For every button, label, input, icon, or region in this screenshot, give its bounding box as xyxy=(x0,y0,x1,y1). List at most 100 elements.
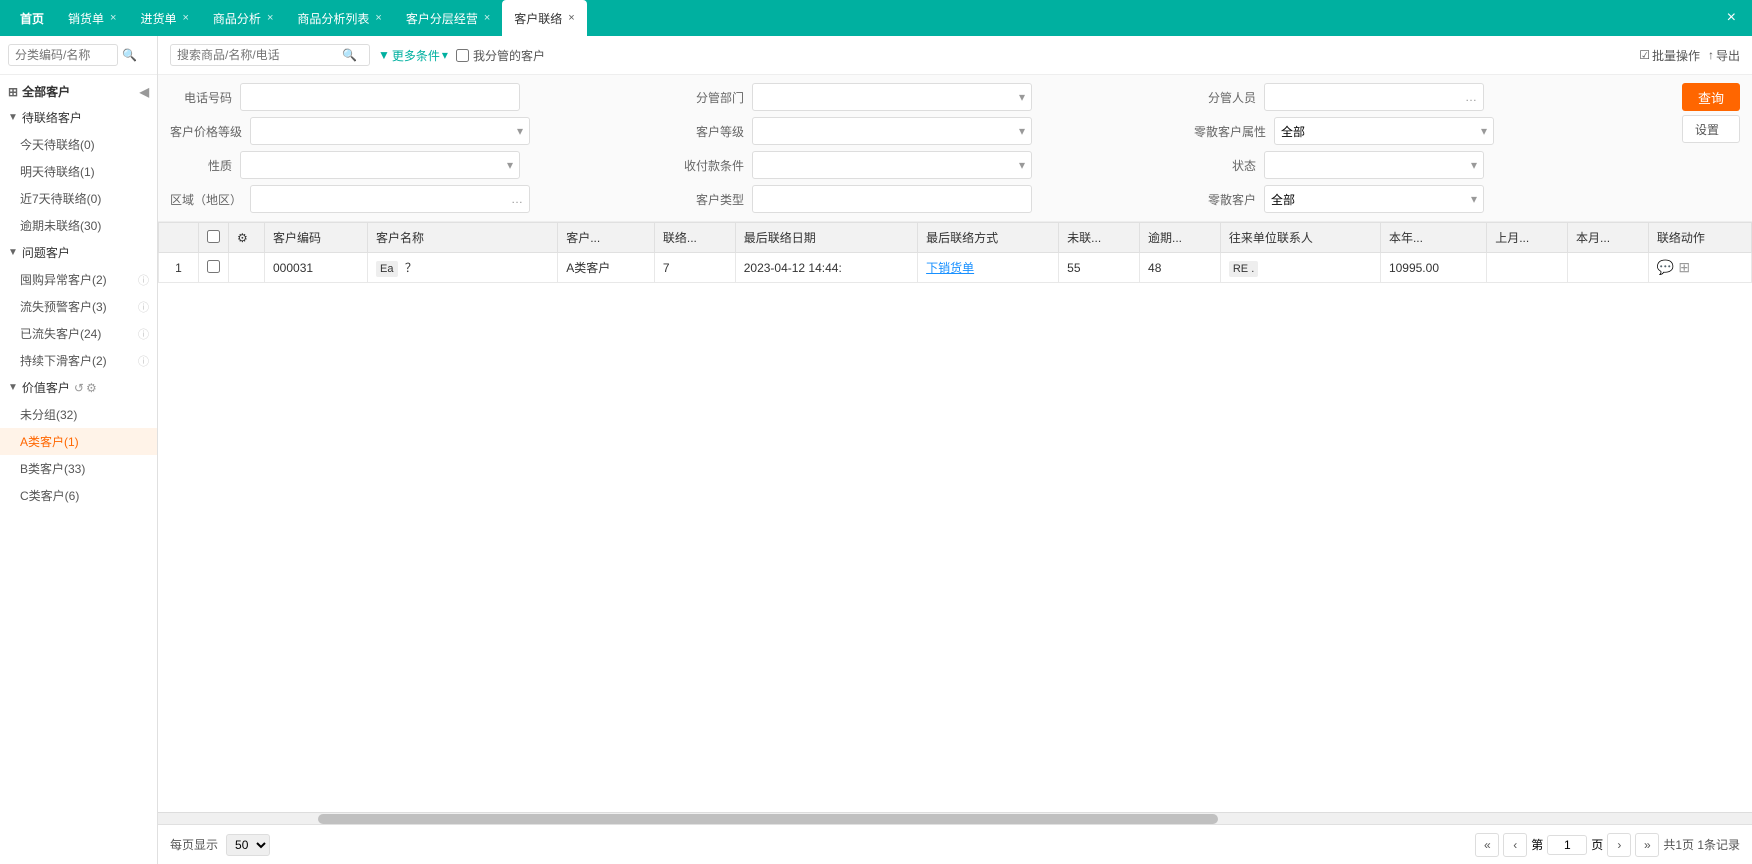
filter-retailcust-select[interactable]: 全部 ▾ xyxy=(1264,185,1484,213)
close-all-button[interactable]: × xyxy=(1719,9,1744,27)
filter-customerlevel-select[interactable]: ▾ xyxy=(752,117,1032,145)
sidebar-item-class-a[interactable]: A类客户(1) xyxy=(0,428,157,455)
filter-dept-select[interactable]: ▾ xyxy=(752,83,1032,111)
page-input[interactable] xyxy=(1547,835,1587,855)
nav-tab-customer-layer-close[interactable]: × xyxy=(484,12,490,24)
total-info: 共1页 1条记录 xyxy=(1663,836,1740,853)
filter-payment-select[interactable]: ▾ xyxy=(752,151,1032,179)
th-contactperson: 往来单位联系人 xyxy=(1220,223,1380,253)
table-select-all[interactable] xyxy=(207,230,220,243)
filter-phone-field: 电话号码 xyxy=(170,83,642,111)
nav-tab-purchase[interactable]: 进货单 × xyxy=(128,0,200,36)
sidebar-item-class-c[interactable]: C类客户(6) xyxy=(0,482,157,509)
filter-search-icon[interactable]: 🔍 xyxy=(342,48,357,62)
nav-tab-sales[interactable]: 销货单 × xyxy=(56,0,128,36)
sidebar-item-lost[interactable]: 已流失客户(24) ⓘ xyxy=(0,320,157,347)
filter-pricelevel-select[interactable]: ▾ xyxy=(250,117,530,145)
filter-custtype-field: 客户类型 xyxy=(682,185,1154,213)
th-gear[interactable]: ⚙ xyxy=(229,223,265,253)
setting-button[interactable]: 设置 xyxy=(1682,115,1740,143)
per-page-select[interactable]: 50 xyxy=(226,834,270,856)
sidebar-item-lost-info[interactable]: ⓘ xyxy=(138,326,149,342)
sidebar-item-lost-label: 已流失客户(24) xyxy=(20,325,101,342)
nav-tab-sales-close[interactable]: × xyxy=(110,12,116,24)
th-yearamount: 本年... xyxy=(1380,223,1486,253)
scroll-thumb[interactable] xyxy=(318,814,1218,824)
first-page-button[interactable]: « xyxy=(1475,833,1499,857)
next-page-button[interactable]: › xyxy=(1607,833,1631,857)
nav-tab-customer-layer[interactable]: 客户分层经营 × xyxy=(394,0,502,36)
filter-custtype-select[interactable] xyxy=(752,185,1032,213)
th-nocontact: 未联... xyxy=(1059,223,1140,253)
td-lastmethod-link-1[interactable]: 下销货单 xyxy=(926,261,974,275)
nav-tab-purchase-label: 进货单 xyxy=(140,10,176,27)
pagination-bar: 每页显示 50 « ‹ 第 页 › » 共1页 1条记录 xyxy=(158,824,1752,864)
sidebar-item-declining-info[interactable]: ⓘ xyxy=(138,353,149,369)
sidebar-item-ungroup[interactable]: 未分组(32) xyxy=(0,401,157,428)
export-icon: ↑ xyxy=(1708,48,1714,62)
sidebar-item-tomorrow[interactable]: 明天待联络(1) xyxy=(0,158,157,185)
prev-page-button[interactable]: ‹ xyxy=(1503,833,1527,857)
row-share-icon-1[interactable]: ⊞ xyxy=(1678,259,1690,276)
td-check-1[interactable] xyxy=(199,253,229,283)
filter-more-button[interactable]: ▼ 更多条件 ▾ xyxy=(378,47,448,64)
sidebar-item-7days[interactable]: 近7天待联络(0) xyxy=(0,185,157,212)
nav-tab-customer-layer-label: 客户分层经营 xyxy=(406,10,478,27)
row-chat-icon-1[interactable]: 💬 xyxy=(1657,259,1674,276)
nav-tab-customer-contact[interactable]: 客户联络 × xyxy=(502,0,586,36)
sidebar-item-class-b[interactable]: B类客户(33) xyxy=(0,455,157,482)
filter-pricelevel-label: 客户价格等级 xyxy=(170,123,250,140)
nav-tab-purchase-close[interactable]: × xyxy=(182,12,188,24)
filter-my-customers-checkbox[interactable] xyxy=(456,49,469,62)
filter-retailattr-select[interactable]: 全部 ▾ xyxy=(1274,117,1494,145)
last-page-button[interactable]: » xyxy=(1635,833,1659,857)
sidebar-search-icon[interactable]: 🔍 xyxy=(122,48,137,62)
sidebar-group-pending[interactable]: ▼ 待联络客户 xyxy=(0,104,157,131)
filter-status-select[interactable]: ▾ xyxy=(1264,151,1484,179)
filter-row-1: 电话号码 分管部门 ▾ 分管人员 xyxy=(170,83,1666,111)
filter-nature-select[interactable]: ▾ xyxy=(240,151,520,179)
sidebar-item-hoarding[interactable]: 囤购异常客户(2) ⓘ xyxy=(0,266,157,293)
filter-status-field: 状态 ▾ xyxy=(1194,151,1666,179)
filter-search-input[interactable] xyxy=(177,48,342,62)
query-button[interactable]: 查询 xyxy=(1682,83,1740,111)
sidebar-group-value-settings[interactable]: ⚙ xyxy=(86,381,97,395)
sidebar-item-lostwarning[interactable]: 流失预警客户(3) ⓘ xyxy=(0,293,157,320)
sidebar-item-hoarding-label: 囤购异常客户(2) xyxy=(20,271,107,288)
sidebar-group-value-refresh[interactable]: ↺ xyxy=(74,381,84,395)
nav-tab-customer-contact-close[interactable]: × xyxy=(568,12,574,24)
sidebar-group-problem-label: 问题客户 xyxy=(22,244,70,261)
th-type: 客户... xyxy=(558,223,655,253)
filter-staff-select[interactable]: … xyxy=(1264,83,1484,111)
name-tag-1: Ea xyxy=(376,261,397,277)
filter-my-customers[interactable]: 我分管的客户 xyxy=(456,47,545,64)
sidebar-item-lostwarning-info[interactable]: ⓘ xyxy=(138,299,149,315)
nav-tab-goods-analysis[interactable]: 商品分析 × xyxy=(201,0,285,36)
nav-tab-goods-list[interactable]: 商品分析列表 × xyxy=(285,0,393,36)
sidebar-item-overdue[interactable]: 逾期未联络(30) xyxy=(0,212,157,239)
per-page-label: 每页显示 xyxy=(170,836,218,853)
nav-tab-home[interactable]: 首页 xyxy=(8,0,56,36)
export-button[interactable]: ↑ 导出 xyxy=(1708,47,1740,64)
sidebar-item-declining-label: 持续下滑客户(2) xyxy=(20,352,107,369)
horizontal-scrollbar[interactable] xyxy=(158,812,1752,824)
nav-tab-goods-analysis-close[interactable]: × xyxy=(267,12,273,24)
sidebar-item-declining[interactable]: 持续下滑客户(2) ⓘ xyxy=(0,347,157,374)
filter-custtype-label: 客户类型 xyxy=(682,191,752,208)
filter-region-select[interactable]: … xyxy=(250,185,530,213)
grid-icon: ⊞ xyxy=(8,85,18,99)
sidebar-search-input[interactable] xyxy=(8,44,118,66)
sidebar-item-hoarding-info[interactable]: ⓘ xyxy=(138,272,149,288)
sidebar-group-value[interactable]: ▼ 价值客户 ↺ ⚙ xyxy=(0,374,157,401)
content-area: 🔍 ▼ 更多条件 ▾ 我分管的客户 ☑ 批量操作 ↑ 导出 xyxy=(158,36,1752,864)
sidebar-item-today[interactable]: 今天待联络(0) xyxy=(0,131,157,158)
row-checkbox-1[interactable] xyxy=(207,260,220,273)
filter-more-arrow: ▾ xyxy=(442,48,448,62)
sidebar-all-customers[interactable]: ⊞ 全部客户 ◀ xyxy=(0,75,157,104)
batch-op-button[interactable]: ☑ 批量操作 xyxy=(1639,47,1700,64)
sidebar-group-problem[interactable]: ▼ 问题客户 xyxy=(0,239,157,266)
sidebar-collapse-icon[interactable]: ◀ xyxy=(140,85,149,99)
filter-region-field: 区域（地区） … xyxy=(170,185,642,213)
filter-phone-input[interactable] xyxy=(240,83,520,111)
nav-tab-goods-list-close[interactable]: × xyxy=(375,12,381,24)
